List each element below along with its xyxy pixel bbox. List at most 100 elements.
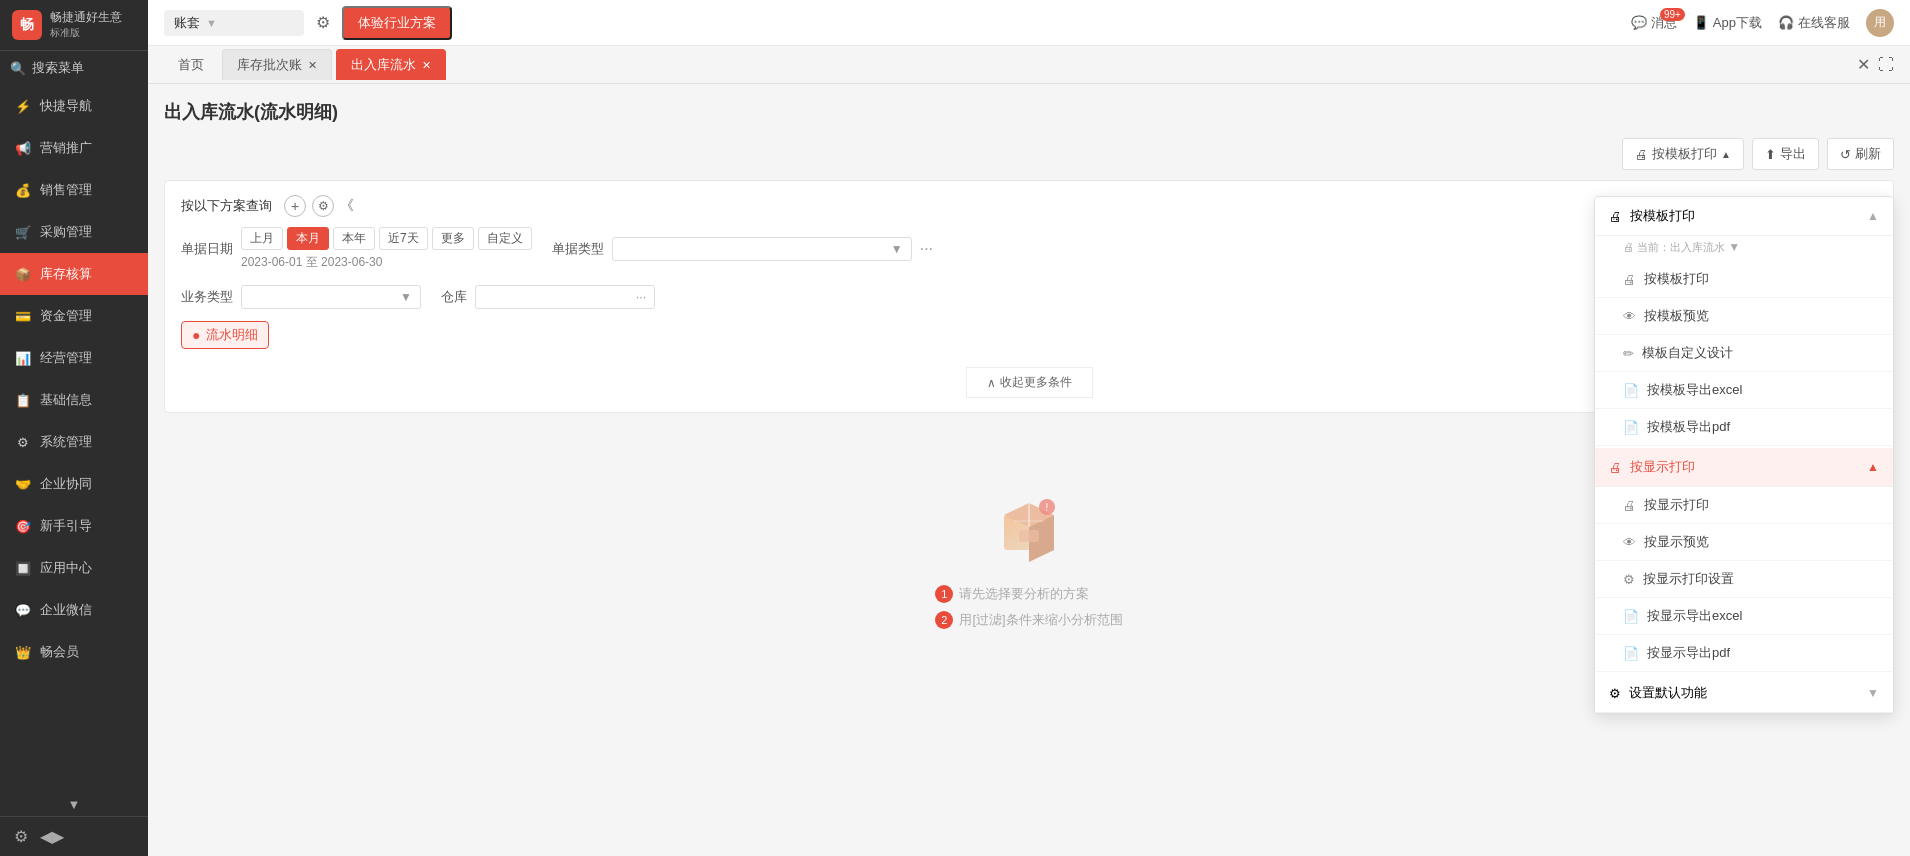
last7-btn[interactable]: 近7天 (379, 227, 428, 250)
tabbar-right: ✕ ⛶ (1857, 55, 1894, 74)
inventory-icon: 📦 (14, 265, 32, 283)
dropdown-set-default-header[interactable]: ⚙ 设置默认功能 ▼ (1595, 674, 1893, 713)
app-label: App下载 (1713, 14, 1762, 32)
set-default-label: 设置默认功能 (1629, 684, 1707, 702)
warehouse-select[interactable]: ··· (475, 285, 655, 309)
sidebar-nav: ⚡ 快捷导航 📢 营销推广 💰 销售管理 🛒 采购管理 📦 库存核算 💳 资金管… (0, 85, 148, 793)
tab-batch-account-close[interactable]: ✕ (308, 59, 317, 72)
warehouse-label: 仓库 (441, 288, 467, 306)
sidebar-item-purchase[interactable]: 🛒 采购管理 (0, 211, 148, 253)
sidebar-item-wecom[interactable]: 💬 企业微信 (0, 589, 148, 631)
collapse-more-btn[interactable]: ∧ 收起更多条件 (966, 367, 1093, 398)
content-wrapper: 出入库流水(流水明细) 🖨 按模板打印 ▲ ⬆ 导出 ↺ 刷新 (164, 100, 1894, 693)
display-section-label: 按显示打印 (1630, 458, 1695, 476)
refresh-label: 刷新 (1855, 145, 1881, 163)
print-button[interactable]: 🖨 按模板打印 ▲ (1622, 138, 1744, 170)
message-icon: 💬 (1631, 15, 1647, 30)
warehouse-more-icon: ··· (636, 290, 646, 304)
sidebar-item-system[interactable]: ⚙ 系统管理 (0, 421, 148, 463)
collab-icon: 🤝 (14, 475, 32, 493)
sidebar-item-finance[interactable]: 💳 资金管理 (0, 295, 148, 337)
biz-select[interactable]: ▼ (241, 285, 421, 309)
sidebar-item-operations[interactable]: 📊 经营管理 (0, 337, 148, 379)
dropdown-item-display-preview[interactable]: 👁 按显示预览 (1595, 524, 1893, 561)
display-excel-label: 按显示导出excel (1647, 607, 1742, 625)
sidebar-item-quick-nav[interactable]: ⚡ 快捷导航 (0, 85, 148, 127)
sidebar-item-guide[interactable]: 🎯 新手引导 (0, 505, 148, 547)
dropdown-item-display-pdf[interactable]: 📄 按显示导出pdf (1595, 635, 1893, 672)
filter-settings-button[interactable]: ⚙ (312, 195, 334, 217)
topbar-message[interactable]: 💬 消息 99+ (1631, 14, 1677, 32)
svg-rect-5 (1019, 530, 1039, 542)
dropdown-item-template-excel[interactable]: 📄 按模板导出excel (1595, 372, 1893, 409)
type-select[interactable]: ▼ (612, 237, 912, 261)
type-label: 单据类型 (552, 240, 604, 258)
custom-btn[interactable]: 自定义 (478, 227, 532, 250)
trial-button[interactable]: 体验行业方案 (342, 6, 452, 40)
hint-text-2: 用[过滤]条件来缩小分析范围 (959, 607, 1122, 633)
sidebar-item-marketing[interactable]: 📢 营销推广 (0, 127, 148, 169)
prev-month-btn[interactable]: 上月 (241, 227, 283, 250)
display-print-label: 按显示打印 (1644, 496, 1709, 514)
sidebar-settings-icon[interactable]: ⚙ (14, 827, 28, 846)
dropdown-item-display-excel[interactable]: 📄 按显示导出excel (1595, 598, 1893, 635)
tab-flow-detail-close[interactable]: ✕ (422, 59, 431, 72)
topbar-account[interactable]: 账套 ▼ (164, 10, 304, 36)
dropdown-item-display-settings[interactable]: ⚙ 按显示打印设置 (1595, 561, 1893, 598)
hint-num-2: 2 (935, 611, 953, 629)
display-pdf-label: 按显示导出pdf (1647, 644, 1730, 662)
dropdown-item-template-preview[interactable]: 👁 按模板预览 (1595, 298, 1893, 335)
dropdown-item-template-print[interactable]: 🖨 按模板打印 (1595, 261, 1893, 298)
dropdown-current-text: 当前：出入库流水 (1637, 241, 1725, 253)
refresh-button[interactable]: ↺ 刷新 (1827, 138, 1894, 170)
tab-home[interactable]: 首页 (164, 50, 218, 80)
filter-actions: + ⚙ 《 (284, 195, 354, 217)
dropdown-item-display-print[interactable]: 🖨 按显示打印 (1595, 487, 1893, 524)
sidebar-scroll-down[interactable]: ▼ (0, 793, 148, 816)
cur-year-btn[interactable]: 本年 (333, 227, 375, 250)
sidebar-item-inventory[interactable]: 📦 库存核算 (0, 253, 148, 295)
dropdown-header[interactable]: 🖨 按模板打印 ▲ (1595, 197, 1893, 236)
sidebar-collapse-icon[interactable]: ◀▶ (40, 827, 64, 846)
sidebar-search[interactable]: 🔍 搜索菜单 (0, 51, 148, 85)
tab-expand-button[interactable]: ⛶ (1878, 55, 1894, 74)
logo-icon: 畅 (12, 10, 42, 40)
date-label: 单据日期 (181, 240, 233, 258)
print-dropdown-panel: 🖨 按模板打印 ▲ 🖨 当前：出入库流水 ▼ 🖨 按模板打印 � (1594, 196, 1894, 714)
dropdown-item-template-customize[interactable]: ✏ 模板自定义设计 (1595, 335, 1893, 372)
collapse-label: 收起更多条件 (1000, 374, 1072, 391)
set-default-title: ⚙ 设置默认功能 (1609, 684, 1707, 702)
purchase-icon: 🛒 (14, 223, 32, 241)
sidebar-item-label: 应用中心 (40, 559, 92, 577)
finance-icon: 💳 (14, 307, 32, 325)
filter-collapse-button[interactable]: 《 (340, 197, 354, 215)
topbar-settings-icon[interactable]: ⚙ (316, 13, 330, 32)
date-filter-field: 单据日期 上月 本月 本年 近7天 更多 自定义 2023-06-01 至 20… (181, 227, 532, 271)
export-button[interactable]: ⬆ 导出 (1752, 138, 1819, 170)
topbar-service[interactable]: 🎧 在线客服 (1778, 14, 1850, 32)
biz-filter-field: 业务类型 ▼ (181, 285, 421, 309)
cur-month-btn[interactable]: 本月 (287, 227, 329, 250)
type-more-button[interactable]: ··· (920, 240, 933, 258)
tab-close-all-button[interactable]: ✕ (1857, 55, 1870, 74)
topbar-app-download[interactable]: 📱 App下载 (1693, 14, 1762, 32)
refresh-icon: ↺ (1840, 147, 1851, 162)
search-label: 搜索菜单 (32, 59, 84, 77)
sidebar-item-app-center[interactable]: 🔲 应用中心 (0, 547, 148, 589)
sidebar-item-basic[interactable]: 📋 基础信息 (0, 379, 148, 421)
topbar-avatar[interactable]: 用 (1866, 9, 1894, 37)
sidebar-item-member[interactable]: 👑 畅会员 (0, 631, 148, 673)
sidebar-item-sales[interactable]: 💰 销售管理 (0, 169, 148, 211)
filter-add-button[interactable]: + (284, 195, 306, 217)
dropdown-item-template-pdf[interactable]: 📄 按模板导出pdf (1595, 409, 1893, 446)
tab-home-label: 首页 (178, 56, 204, 74)
dropdown-display-section-header[interactable]: 🖨 按显示打印 ▲ (1595, 448, 1893, 487)
empty-hints: 1 请先选择要分析的方案 2 用[过滤]条件来缩小分析范围 (935, 581, 1122, 633)
sidebar-item-collab[interactable]: 🤝 企业协同 (0, 463, 148, 505)
hint-text-1: 请先选择要分析的方案 (959, 581, 1089, 607)
tab-flow-detail[interactable]: 出入库流水 ✕ (336, 49, 446, 80)
main-area: 账套 ▼ ⚙ 体验行业方案 💬 消息 99+ 📱 App下载 🎧 在线客服 用 (148, 0, 1910, 856)
logo-badge: 标准版 (50, 26, 122, 40)
more-btn[interactable]: 更多 (432, 227, 474, 250)
tab-batch-account[interactable]: 库存批次账 ✕ (222, 49, 332, 80)
